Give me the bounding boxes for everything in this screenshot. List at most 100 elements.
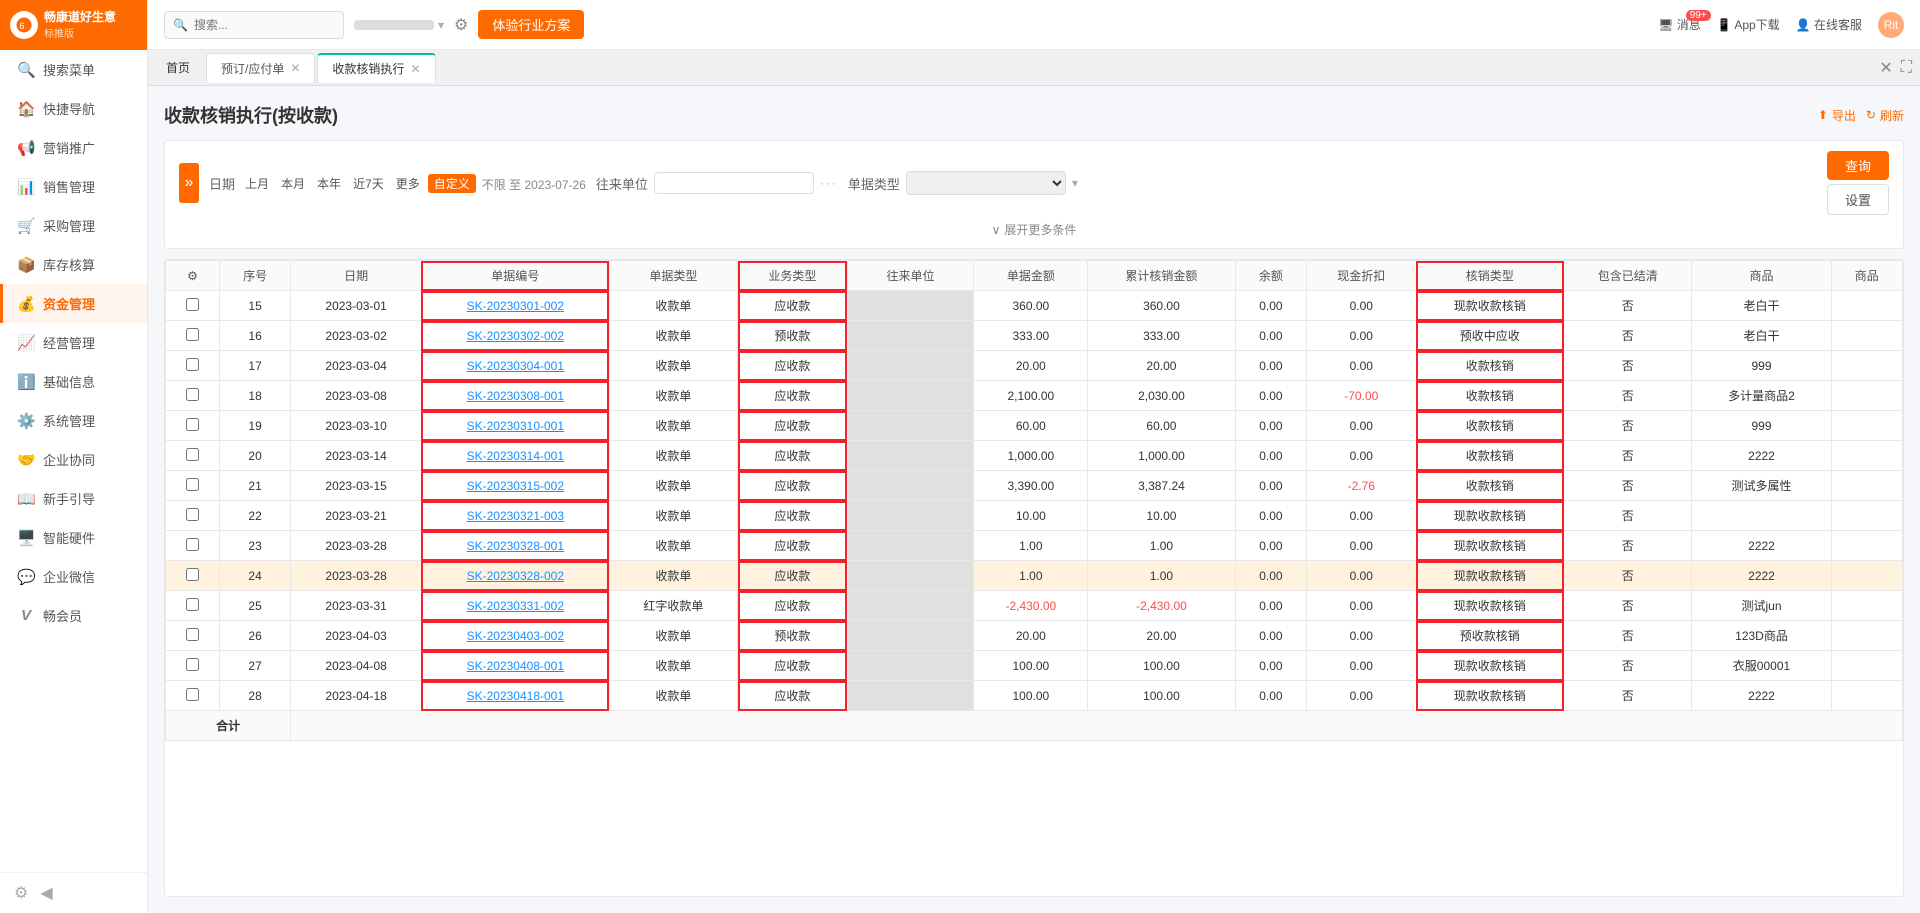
cell-checkbox[interactable]: [166, 501, 220, 531]
refresh-button[interactable]: ↻ 刷新: [1866, 107, 1904, 124]
cell-billno[interactable]: SK-20230418-001: [421, 681, 609, 711]
topbar-search-box[interactable]: 🔍: [164, 11, 344, 39]
tab-collection-close-icon[interactable]: ✕: [410, 62, 420, 76]
bill-no-link[interactable]: SK-20230418-001: [467, 689, 564, 703]
bill-no-link[interactable]: SK-20230302-002: [467, 329, 564, 343]
cell-billno[interactable]: SK-20230328-002: [421, 561, 609, 591]
cell-num: 20: [219, 441, 290, 471]
cell-billno[interactable]: SK-20230301-002: [421, 291, 609, 321]
bill-no-link[interactable]: SK-20230310-001: [467, 419, 564, 433]
cell-billno[interactable]: SK-20230302-002: [421, 321, 609, 351]
refresh-icon: ↻: [1866, 108, 1876, 122]
cell-checkbox[interactable]: [166, 291, 220, 321]
sidebar-item-quicknav[interactable]: 🏠 快捷导航: [0, 89, 147, 128]
cell-billno[interactable]: SK-20230408-001: [421, 651, 609, 681]
sidebar-item-operation[interactable]: 📈 经营管理: [0, 323, 147, 362]
cell-checkbox[interactable]: [166, 561, 220, 591]
cell-billno[interactable]: SK-20230304-001: [421, 351, 609, 381]
tab-home[interactable]: 首页: [152, 53, 204, 83]
cell-checkbox[interactable]: [166, 441, 220, 471]
cell-partner: ████: [847, 381, 974, 411]
cell-product2: [1831, 441, 1902, 471]
sidebar-item-search[interactable]: 🔍 搜索菜单: [0, 50, 147, 89]
filter-expand-btn[interactable]: ∨ 展开更多条件: [179, 221, 1889, 238]
page-content: 收款核销执行(按收款) ⬆ 导出 ↻ 刷新 » 日期: [148, 86, 1920, 913]
cell-cumulative: 20.00: [1088, 351, 1236, 381]
tab-prepay[interactable]: 预订/应付单 ✕: [206, 53, 315, 83]
cell-billno[interactable]: SK-20230314-001: [421, 441, 609, 471]
filter-shortcut-7days[interactable]: 近7天: [349, 174, 388, 193]
bill-no-link[interactable]: SK-20230328-002: [467, 569, 564, 583]
cell-billno[interactable]: SK-20230331-002: [421, 591, 609, 621]
user-avatar[interactable]: Rit: [1878, 12, 1904, 38]
online-service-button[interactable]: 👤 在线客服: [1796, 16, 1862, 33]
cell-checkbox[interactable]: [166, 531, 220, 561]
bill-no-link[interactable]: SK-20230304-001: [467, 359, 564, 373]
bill-no-link[interactable]: SK-20230403-002: [467, 629, 564, 643]
cell-billno[interactable]: SK-20230328-001: [421, 531, 609, 561]
settings-button[interactable]: 设置: [1827, 184, 1889, 215]
sidebar-item-basic[interactable]: ℹ️ 基础信息: [0, 362, 147, 401]
topbar-dropdown[interactable]: ▾: [354, 18, 444, 32]
cell-checkbox[interactable]: [166, 471, 220, 501]
message-button[interactable]: 🖥 消息 99+: [1658, 16, 1701, 33]
cell-date: 2023-03-08: [291, 381, 422, 411]
bill-no-link[interactable]: SK-20230315-002: [467, 479, 564, 493]
filter-receipt-type-select[interactable]: [906, 171, 1066, 195]
sidebar-item-guide[interactable]: 📖 新手引导: [0, 479, 147, 518]
bill-no-link[interactable]: SK-20230408-001: [467, 659, 564, 673]
tab-expand-icon[interactable]: ⛶: [1901, 59, 1912, 77]
cell-checkbox[interactable]: [166, 351, 220, 381]
export-button[interactable]: ⬆ 导出: [1818, 107, 1856, 124]
sidebar-item-marketing[interactable]: 📢 营销推广: [0, 128, 147, 167]
cell-billno[interactable]: SK-20230315-002: [421, 471, 609, 501]
cell-billno[interactable]: SK-20230310-001: [421, 411, 609, 441]
cell-checkbox[interactable]: [166, 591, 220, 621]
topbar-search-input[interactable]: [194, 18, 314, 32]
tab-prepay-close-icon[interactable]: ✕: [290, 61, 300, 75]
cell-cumulative: 100.00: [1088, 681, 1236, 711]
filter-toggle-icon[interactable]: »: [179, 163, 199, 203]
filter-shortcut-thismonth[interactable]: 本月: [277, 174, 309, 193]
settings-bottom-icon[interactable]: ⚙: [14, 883, 28, 903]
cell-cashdiscount: 0.00: [1307, 681, 1416, 711]
sidebar-item-purchase[interactable]: 🛒 采购管理: [0, 206, 147, 245]
cell-checkbox[interactable]: [166, 411, 220, 441]
sidebar-item-inventory[interactable]: 📦 库存核算: [0, 245, 147, 284]
sidebar-item-system[interactable]: ⚙️ 系统管理: [0, 401, 147, 440]
bill-no-link[interactable]: SK-20230321-003: [467, 509, 564, 523]
sidebar-item-member[interactable]: V 畅会员: [0, 596, 147, 635]
cell-checkbox[interactable]: [166, 681, 220, 711]
bill-no-link[interactable]: SK-20230314-001: [467, 449, 564, 463]
collapse-icon[interactable]: ◀: [40, 883, 52, 903]
bill-no-link[interactable]: SK-20230301-002: [467, 299, 564, 313]
cell-billno[interactable]: SK-20230403-002: [421, 621, 609, 651]
bill-no-link[interactable]: SK-20230331-002: [467, 599, 564, 613]
tab-collection[interactable]: 收款核销执行 ✕: [317, 53, 435, 83]
sidebar-item-weixin[interactable]: 💬 企业微信: [0, 557, 147, 596]
bill-no-link[interactable]: SK-20230328-001: [467, 539, 564, 553]
cell-checkbox[interactable]: [166, 321, 220, 351]
topbar-gear-icon[interactable]: ⚙: [454, 15, 468, 35]
filter-shortcut-lastmonth[interactable]: 上月: [241, 174, 273, 193]
filter-custom-btn[interactable]: 自定义: [428, 174, 476, 193]
filter-shortcut-thisyear[interactable]: 本年: [313, 174, 345, 193]
filter-shortcut-more[interactable]: 更多: [392, 174, 424, 193]
query-button[interactable]: 查询: [1827, 151, 1889, 180]
cell-checkbox[interactable]: [166, 381, 220, 411]
cell-checkbox[interactable]: [166, 651, 220, 681]
cell-billno[interactable]: SK-20230308-001: [421, 381, 609, 411]
cell-checkbox[interactable]: [166, 621, 220, 651]
sidebar-item-sales[interactable]: 📊 销售管理: [0, 167, 147, 206]
cell-billno[interactable]: SK-20230321-003: [421, 501, 609, 531]
sidebar-item-finance[interactable]: 💰 资金管理: [0, 284, 147, 323]
filter-partner-input[interactable]: [654, 172, 814, 194]
tab-close-action-icon[interactable]: ✕: [1879, 58, 1892, 78]
sidebar-item-corp[interactable]: 🤝 企业协同: [0, 440, 147, 479]
bill-no-link[interactable]: SK-20230308-001: [467, 389, 564, 403]
solution-button[interactable]: 体验行业方案: [478, 10, 584, 39]
app-download-button[interactable]: 📱 App下载: [1717, 16, 1780, 33]
sidebar-item-hardware[interactable]: 🖥️ 智能硬件: [0, 518, 147, 557]
inventory-icon: 📦: [17, 256, 35, 274]
col-settings-header[interactable]: ⚙: [166, 261, 220, 291]
